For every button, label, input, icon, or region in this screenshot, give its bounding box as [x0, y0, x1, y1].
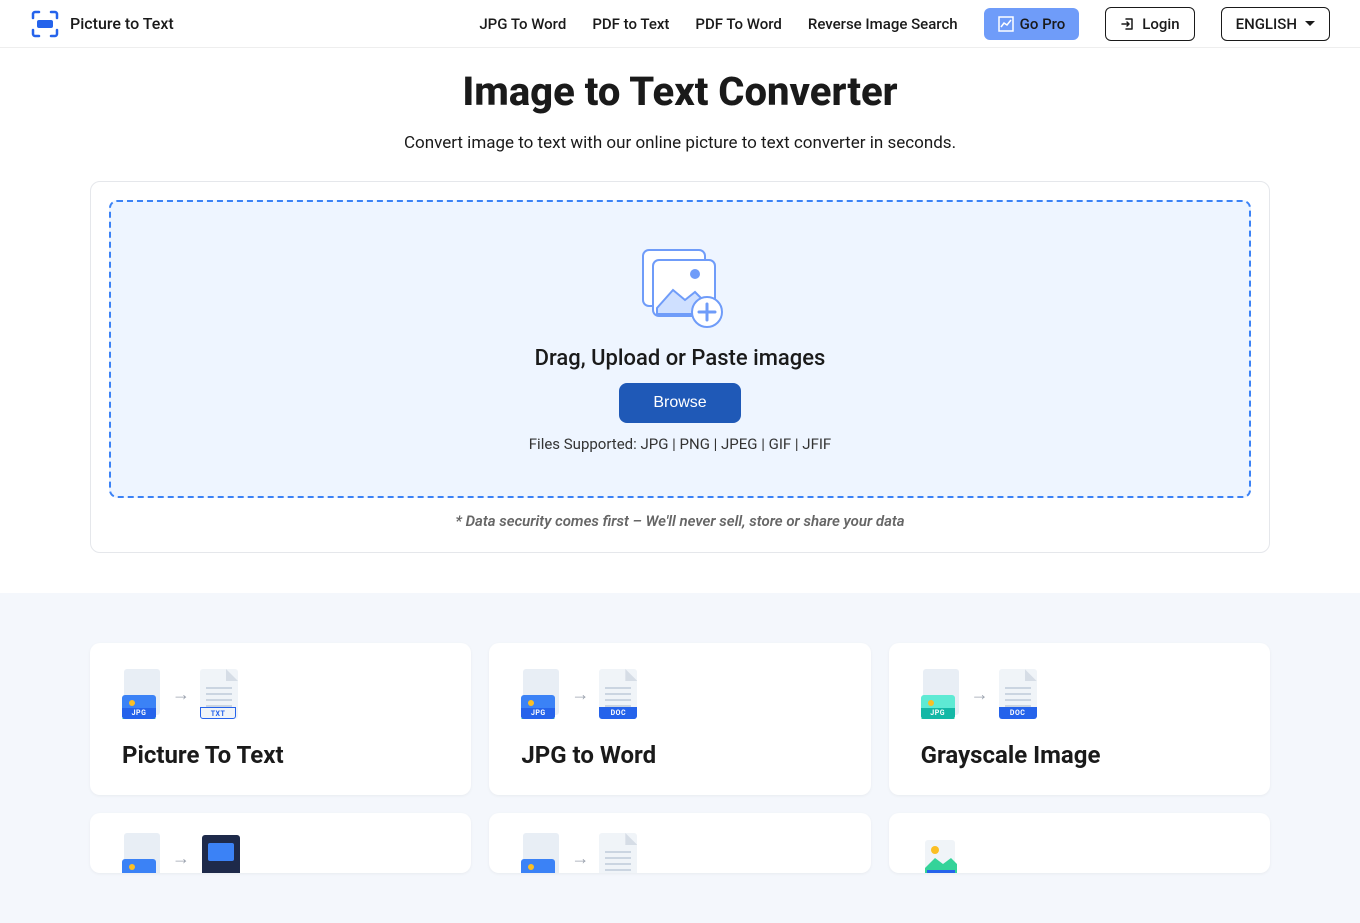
jpg-file-icon: JPG	[921, 669, 961, 719]
tool-card-picture-to-text[interactable]: JPG → TXT Picture To Text	[90, 643, 471, 795]
tool-icon-row: →	[122, 833, 439, 873]
tool-title: Picture To Text	[122, 741, 439, 769]
arrow-right-icon: →	[971, 684, 989, 705]
tool-card-partial-1[interactable]: →	[90, 813, 471, 873]
go-pro-label: Go Pro	[1020, 15, 1066, 33]
dropzone[interactable]: Drag, Upload or Paste images Browse File…	[109, 200, 1251, 498]
tool-card-grayscale[interactable]: JPG → DOC Grayscale Image	[889, 643, 1270, 795]
nav-jpg-to-word[interactable]: JPG To Word	[479, 15, 566, 33]
invert-file-icon	[200, 833, 240, 873]
jpg-file-icon	[521, 833, 561, 873]
arrow-right-icon: →	[571, 684, 589, 705]
supported-formats: Files Supported: JPG | PNG | JPEG | GIF …	[529, 435, 831, 453]
arrow-right-icon: →	[571, 848, 589, 869]
tool-icon-row: JPG → TXT	[122, 669, 439, 719]
login-button[interactable]: Login	[1105, 7, 1194, 41]
tool-card-partial-2[interactable]: →	[489, 813, 870, 873]
tools-section: JPG → TXT Picture To Text JPG →	[0, 593, 1360, 923]
page-title: Image to Text Converter	[0, 68, 1360, 115]
arrow-right-icon: →	[172, 684, 190, 705]
tools-grid: JPG → TXT Picture To Text JPG →	[90, 643, 1270, 873]
jpg-file-icon: JPG	[122, 669, 162, 719]
brand-text: Picture to Text	[70, 14, 174, 33]
tool-icon-row: JPG → DOC	[521, 669, 838, 719]
doc-file-icon: DOC	[599, 669, 637, 719]
jpg-file-icon: JPG	[521, 669, 561, 719]
nav: JPG To Word PDF to Text PDF To Word Reve…	[479, 7, 1330, 41]
logo[interactable]: Picture to Text	[30, 9, 174, 39]
nav-pdf-to-text[interactable]: PDF to Text	[592, 15, 669, 33]
language-label: ENGLISH	[1236, 15, 1297, 33]
login-icon	[1120, 16, 1136, 32]
header: Picture to Text JPG To Word PDF to Text …	[0, 0, 1360, 48]
text-file-icon	[599, 833, 637, 873]
chevron-down-icon	[1305, 21, 1315, 26]
language-selector[interactable]: ENGLISH	[1221, 7, 1330, 41]
upload-image-icon	[635, 246, 725, 334]
hero: Image to Text Converter Convert image to…	[0, 48, 1360, 553]
security-note: * Data security comes first – We'll neve…	[109, 498, 1251, 534]
tool-card-jpg-to-word[interactable]: JPG → DOC JPG to Word	[489, 643, 870, 795]
nav-pdf-to-word[interactable]: PDF To Word	[695, 15, 781, 33]
tool-title: JPG to Word	[521, 741, 838, 769]
login-label: Login	[1142, 15, 1179, 33]
dropzone-instruction: Drag, Upload or Paste images	[535, 346, 826, 371]
jpg-file-icon	[122, 833, 162, 873]
tool-icon-row: →	[521, 833, 838, 873]
image-icon	[921, 833, 961, 873]
tool-title: Grayscale Image	[921, 741, 1238, 769]
txt-file-icon: TXT	[200, 669, 238, 719]
nav-reverse-image[interactable]: Reverse Image Search	[808, 15, 958, 33]
page-subtitle: Convert image to text with our online pi…	[0, 133, 1360, 153]
tool-icon-row: JPG → DOC	[921, 669, 1238, 719]
go-pro-button[interactable]: Go Pro	[984, 8, 1080, 40]
logo-icon	[30, 9, 60, 39]
chart-icon	[998, 16, 1014, 32]
upload-card: Drag, Upload or Paste images Browse File…	[90, 181, 1270, 553]
tool-icon-row	[921, 833, 1238, 873]
browse-button[interactable]: Browse	[619, 383, 740, 423]
arrow-right-icon: →	[172, 848, 190, 869]
doc-file-icon: DOC	[999, 669, 1037, 719]
tool-card-partial-3[interactable]	[889, 813, 1270, 873]
